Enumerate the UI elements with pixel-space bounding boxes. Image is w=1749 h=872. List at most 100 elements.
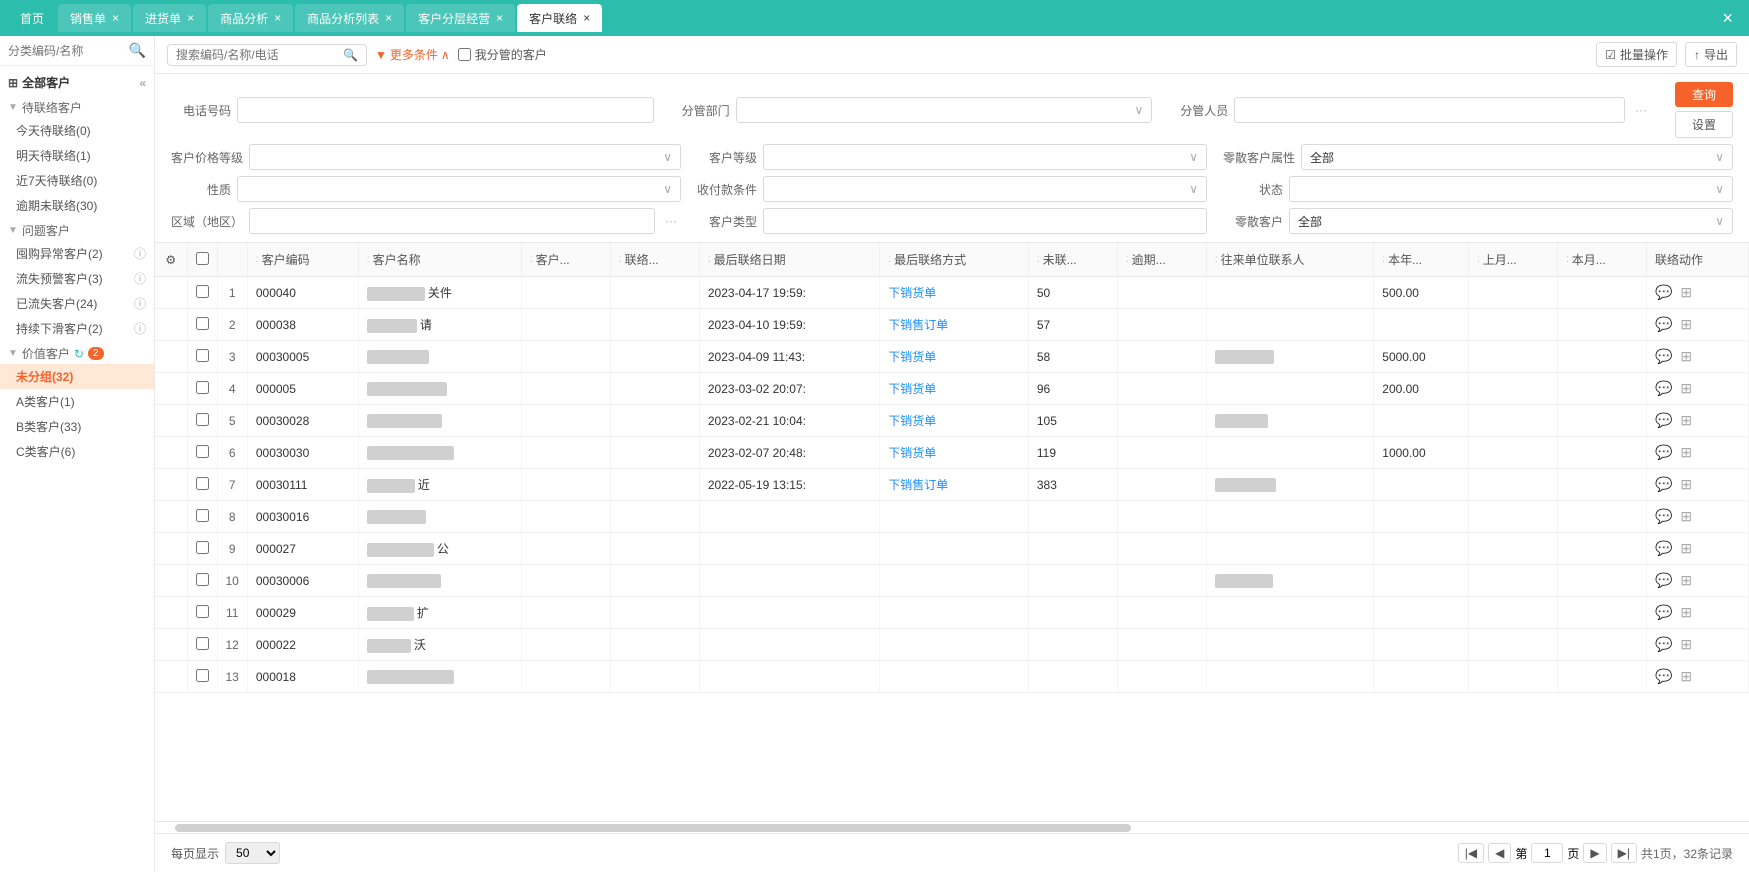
row-select[interactable] <box>196 605 209 618</box>
tab-home[interactable]: 首页 <box>8 4 56 32</box>
next-page-btn[interactable]: ▶ <box>1583 843 1606 863</box>
tab-customer-segment-close[interactable]: × <box>496 11 503 25</box>
refresh-icon[interactable]: ↻ <box>74 347 84 361</box>
col-checkbox[interactable] <box>187 243 217 277</box>
row-checkbox[interactable] <box>187 629 217 661</box>
price-level-select[interactable]: ∨ <box>249 144 681 170</box>
grid-action-icon[interactable]: ⊞ <box>1680 508 1692 525</box>
region-ellipsis[interactable]: ··· <box>661 214 681 228</box>
tab-purchase[interactable]: 进货单 × <box>133 4 206 32</box>
filter-search-input[interactable] <box>176 48 339 62</box>
page-input[interactable] <box>1531 843 1563 863</box>
chat-icon[interactable]: 💬 <box>1655 444 1672 461</box>
chat-icon[interactable]: 💬 <box>1655 380 1672 397</box>
person-input[interactable] <box>1234 97 1625 123</box>
horizontal-scrollbar[interactable] <box>155 821 1749 833</box>
row-last-contact-method[interactable]: 下销货单 <box>880 373 1029 405</box>
tab-product-analysis-list-close[interactable]: × <box>385 11 392 25</box>
row-select[interactable] <box>196 381 209 394</box>
sidebar-group-problem[interactable]: ▼ 问题客户 <box>0 218 154 241</box>
contact-method-link[interactable]: 下销货单 <box>888 382 936 396</box>
row-select[interactable] <box>196 509 209 522</box>
status-select[interactable]: ∨ <box>1289 176 1733 202</box>
row-last-contact-method[interactable] <box>880 629 1029 661</box>
row-checkbox[interactable] <box>187 533 217 565</box>
sidebar-item-abnormal[interactable]: 囤购异常客户(2) ⓘ <box>0 241 154 266</box>
row-last-contact-method[interactable]: 下销售订单 <box>880 309 1029 341</box>
sidebar-item-declining[interactable]: 持续下滑客户(2) ⓘ <box>0 316 154 341</box>
sidebar-item-lost[interactable]: 已流失客户(24) ⓘ <box>0 291 154 316</box>
contact-method-link[interactable]: 下销货单 <box>888 350 936 364</box>
sidebar-search-icon[interactable]: 🔍 <box>129 42 146 59</box>
row-checkbox[interactable] <box>187 405 217 437</box>
grid-action-icon[interactable]: ⊞ <box>1680 540 1692 557</box>
sidebar-item-ungrouped[interactable]: 未分组(32) <box>0 364 154 389</box>
export-btn[interactable]: ↑ 导出 <box>1685 42 1737 67</box>
row-last-contact-method[interactable]: 下销货单 <box>880 341 1029 373</box>
tab-customer-segment[interactable]: 客户分层经营 × <box>406 4 515 32</box>
contact-method-link[interactable]: 下销货单 <box>888 446 936 460</box>
batch-operation-btn[interactable]: ☑ 批量操作 <box>1596 42 1677 67</box>
person-ellipsis[interactable]: ··· <box>1631 103 1651 117</box>
grid-action-icon[interactable]: ⊞ <box>1680 380 1692 397</box>
window-close-button[interactable]: × <box>1714 8 1741 29</box>
sidebar-item-class-c[interactable]: C类客户(6) <box>0 439 154 464</box>
row-select[interactable] <box>196 573 209 586</box>
grid-action-icon[interactable]: ⊞ <box>1680 348 1692 365</box>
sidebar-collapse-icon[interactable]: « <box>139 76 146 90</box>
row-select[interactable] <box>196 317 209 330</box>
first-page-btn[interactable]: |◀ <box>1458 843 1484 863</box>
row-last-contact-method[interactable] <box>880 501 1029 533</box>
prev-page-btn[interactable]: ◀ <box>1488 843 1511 863</box>
chat-icon[interactable]: 💬 <box>1655 604 1672 621</box>
tab-product-analysis-list[interactable]: 商品分析列表 × <box>295 4 404 32</box>
chat-icon[interactable]: 💬 <box>1655 284 1672 301</box>
chat-icon[interactable]: 💬 <box>1655 476 1672 493</box>
my-customers-checkbox[interactable]: 我分管的客户 <box>458 46 547 63</box>
customer-level-select[interactable]: ∨ <box>763 144 1207 170</box>
last-page-btn[interactable]: ▶| <box>1611 843 1637 863</box>
chat-icon[interactable]: 💬 <box>1655 668 1672 685</box>
row-last-contact-method[interactable]: 下销货单 <box>880 405 1029 437</box>
tab-product-analysis-close[interactable]: × <box>274 11 281 25</box>
more-conditions-btn[interactable]: ▼ 更多条件 ∧ <box>375 46 450 63</box>
sidebar-item-overdue-pending[interactable]: 逾期未联络(30) <box>0 193 154 218</box>
sidebar-item-tomorrow-pending[interactable]: 明天待联络(1) <box>0 143 154 168</box>
phone-input[interactable] <box>237 97 654 123</box>
sidebar-item-class-b[interactable]: B类客户(33) <box>0 414 154 439</box>
row-checkbox[interactable] <box>187 277 217 309</box>
reset-button[interactable]: 设置 <box>1675 111 1733 138</box>
tab-customer-contact[interactable]: 客户联络 × <box>517 4 602 32</box>
region-input[interactable] <box>249 208 655 234</box>
row-last-contact-method[interactable] <box>880 565 1029 597</box>
row-select[interactable] <box>196 669 209 682</box>
chat-icon[interactable]: 💬 <box>1655 348 1672 365</box>
row-last-contact-method[interactable]: 下销货单 <box>880 277 1029 309</box>
tab-product-analysis[interactable]: 商品分析 × <box>208 4 293 32</box>
grid-action-icon[interactable]: ⊞ <box>1680 412 1692 429</box>
my-customers-input[interactable] <box>458 48 471 61</box>
contact-method-link[interactable]: 下销货单 <box>888 286 936 300</box>
row-select[interactable] <box>196 413 209 426</box>
row-select[interactable] <box>196 637 209 650</box>
contact-method-link[interactable]: 下销售订单 <box>888 478 948 492</box>
all-customers-header[interactable]: ⊞ 全部客户 « <box>0 66 154 95</box>
retail-customer-select[interactable]: 全部 ∨ <box>1289 208 1733 234</box>
grid-action-icon[interactable]: ⊞ <box>1680 476 1692 493</box>
dept-select[interactable]: ∨ <box>736 97 1153 123</box>
page-size-select[interactable]: 50 20 100 <box>225 842 280 864</box>
chat-icon[interactable]: 💬 <box>1655 572 1672 589</box>
col-gear[interactable]: ⚙ <box>155 243 187 277</box>
row-select[interactable] <box>196 285 209 298</box>
tab-sales-close[interactable]: × <box>112 11 119 25</box>
sidebar-search-input[interactable] <box>8 44 125 58</box>
grid-action-icon[interactable]: ⊞ <box>1680 316 1692 333</box>
row-last-contact-method[interactable]: 下销货单 <box>880 437 1029 469</box>
customer-type-input[interactable] <box>763 208 1207 234</box>
contact-method-link[interactable]: 下销售订单 <box>888 318 948 332</box>
row-last-contact-method[interactable] <box>880 533 1029 565</box>
row-select[interactable] <box>196 477 209 490</box>
grid-action-icon[interactable]: ⊞ <box>1680 636 1692 653</box>
tab-customer-contact-close[interactable]: × <box>583 11 590 25</box>
row-last-contact-method[interactable] <box>880 597 1029 629</box>
